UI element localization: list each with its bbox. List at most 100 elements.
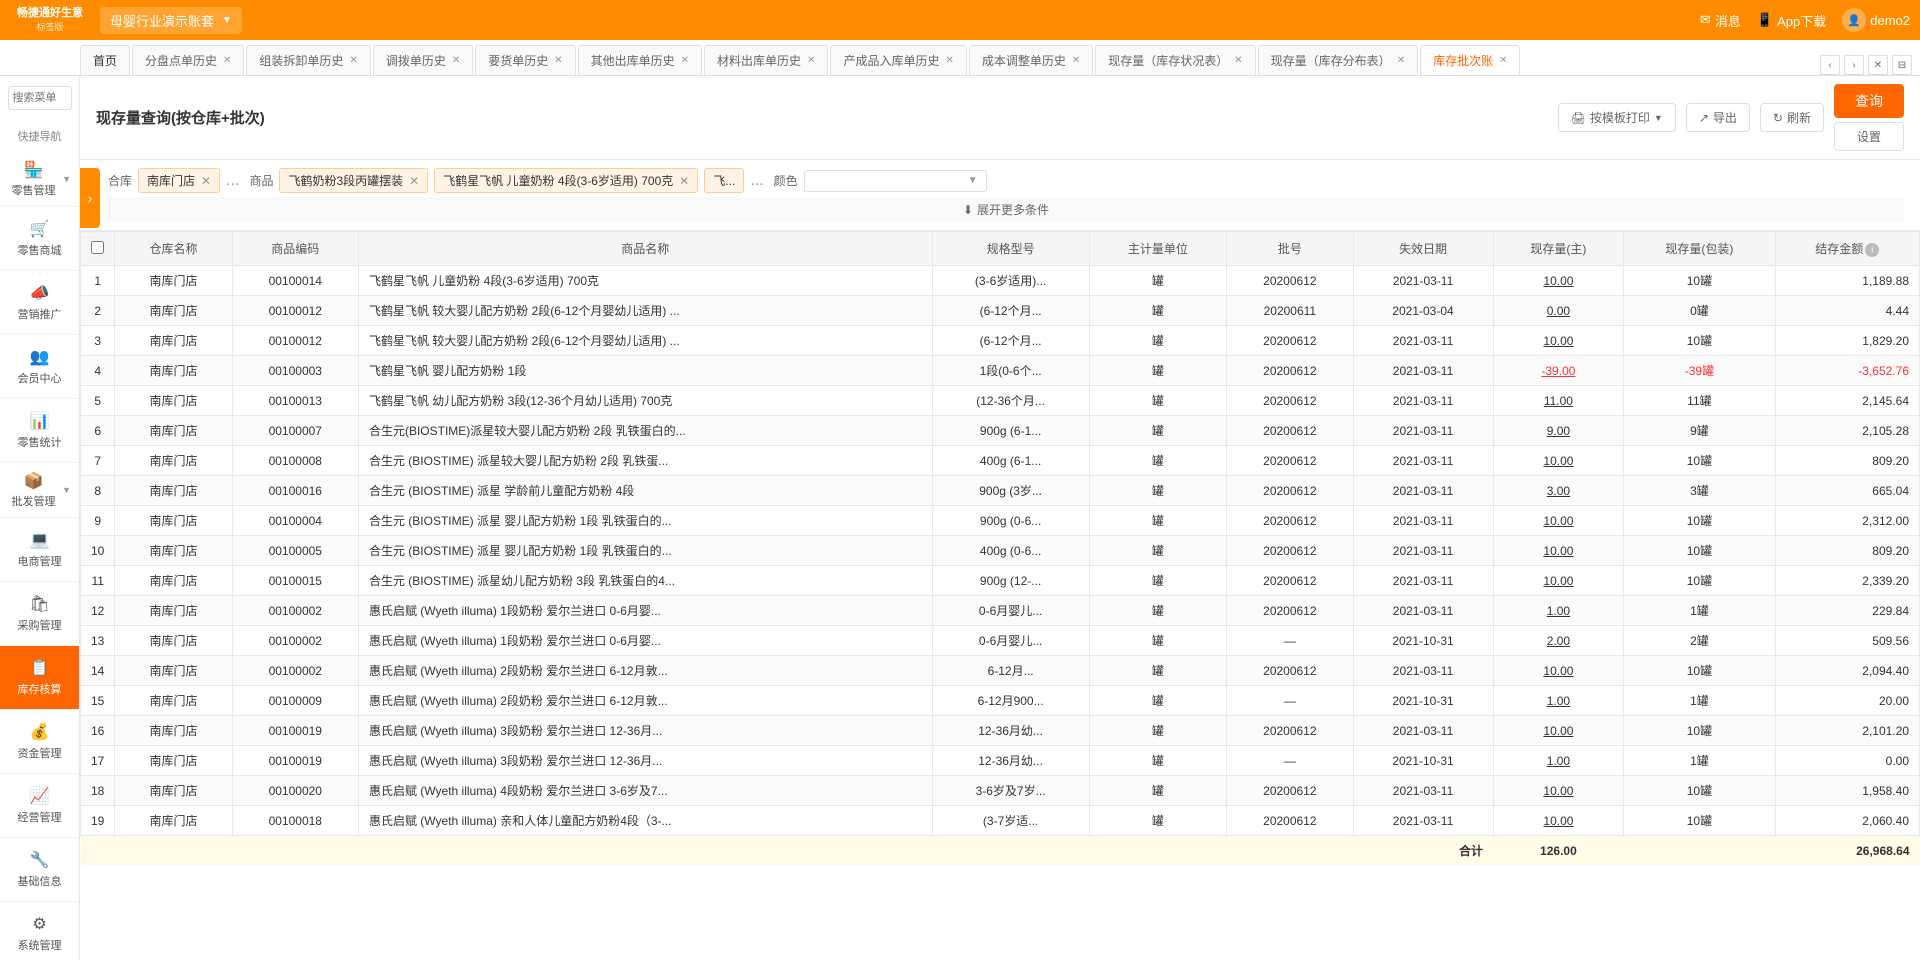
tab-yao-huo[interactable]: 要货单历史 ✕	[475, 45, 575, 75]
sidebar-item-stats[interactable]: 📊 零售统计	[0, 399, 79, 463]
row-no: 11	[81, 566, 115, 596]
sidebar-item-system[interactable]: ⚙ 系统管理	[0, 902, 79, 960]
row-qty-main[interactable]: 3.00	[1493, 476, 1624, 506]
export-btn[interactable]: ↗ 导出	[1686, 103, 1750, 132]
tab-fen-pan-close[interactable]: ✕	[223, 55, 231, 66]
sidebar-item-wholesale[interactable]: 📦 批发管理 ▼	[0, 463, 79, 518]
tabs-prev-btn[interactable]: ‹	[1820, 55, 1840, 75]
tab-ku-cun-pi[interactable]: 库存批次账 ✕	[1420, 45, 1520, 76]
row-qty-main[interactable]: 10.00	[1493, 446, 1624, 476]
tab-tiao-bo[interactable]: 调拨单历史 ✕	[373, 45, 473, 75]
product-tag-more[interactable]: 飞...	[704, 168, 744, 193]
row-qty-main[interactable]: 10.00	[1493, 806, 1624, 836]
row-no: 19	[81, 806, 115, 836]
row-spec: 3-6岁及7岁...	[932, 776, 1089, 806]
tab-tiao-bo-close[interactable]: ✕	[452, 55, 460, 66]
row-no: 9	[81, 506, 115, 536]
select-all-checkbox[interactable]	[91, 241, 104, 254]
tabs-next-btn[interactable]: ›	[1844, 55, 1864, 75]
tab-chan-pin[interactable]: 产成品入库单历史 ✕	[830, 45, 966, 75]
warehouse-tag-remove[interactable]: ✕	[201, 174, 211, 188]
row-qty-main[interactable]: 1.00	[1493, 746, 1624, 776]
settings-btn[interactable]: 设置	[1834, 122, 1904, 151]
row-qty-pkg: 10罐	[1624, 566, 1775, 596]
user-avatar-btn[interactable]: 👤 demo2	[1842, 8, 1910, 32]
row-qty-main[interactable]: 10.00	[1493, 566, 1624, 596]
row-qty-main[interactable]: 10.00	[1493, 506, 1624, 536]
product-tag-2[interactable]: 飞鹤星飞帆 儿童奶粉 4段(3-6岁适用) 700克 ✕	[434, 168, 698, 193]
sidebar-item-retail-mall[interactable]: 🛒 零售商城	[0, 207, 79, 271]
sidebar-item-zero-retail[interactable]: 🏪 零售管理 ▼	[0, 152, 79, 207]
sidebar-item-purchase[interactable]: 🛍 采购管理	[0, 582, 79, 646]
sidebar-item-members[interactable]: 👥 会员中心	[0, 335, 79, 399]
warehouse-more-btn[interactable]: ...	[226, 172, 239, 190]
row-qty-main[interactable]: 10.00	[1493, 536, 1624, 566]
tab-xian-cun-zhuang[interactable]: 现存量（库存状况表） ✕	[1095, 45, 1255, 75]
tab-ku-cun-pi-close[interactable]: ✕	[1499, 55, 1507, 66]
amount-info-icon[interactable]: i	[1865, 243, 1879, 257]
sidebar-item-ecommerce-label: 电商管理	[18, 553, 62, 569]
row-qty-main[interactable]: 2.00	[1493, 626, 1624, 656]
row-qty-main[interactable]: 10.00	[1493, 716, 1624, 746]
row-unit: 罐	[1089, 326, 1227, 356]
tab-fen-pan[interactable]: 分盘点单历史 ✕	[132, 45, 244, 75]
row-name: 合生元 (BIOSTIME) 派星 学龄前儿童配方奶粉 4段	[358, 476, 932, 506]
row-qty-main[interactable]: 10.00	[1493, 266, 1624, 296]
tab-cheng-ben-close[interactable]: ✕	[1072, 55, 1080, 66]
tab-yao-huo-close[interactable]: ✕	[554, 55, 562, 66]
color-input[interactable]	[813, 174, 968, 188]
refresh-btn[interactable]: ↻ 刷新	[1760, 103, 1824, 132]
tab-qi-ta[interactable]: 其他出库单历史 ✕	[578, 45, 702, 75]
sidebar-item-basic[interactable]: 🔧 基础信息	[0, 838, 79, 902]
zero-retail-icon: 🏪	[24, 160, 44, 180]
row-qty-pkg: 10罐	[1624, 446, 1775, 476]
color-dropdown-icon[interactable]: ▼	[968, 175, 978, 186]
expand-more-btn[interactable]: ⬇ 展开更多条件	[108, 197, 1904, 222]
search-input[interactable]	[8, 86, 72, 110]
row-qty-main[interactable]: -39.00	[1493, 356, 1624, 386]
tab-cai-liao[interactable]: 材料出库单历史 ✕	[704, 45, 828, 75]
row-qty-main[interactable]: 1.00	[1493, 686, 1624, 716]
query-btn[interactable]: 查询	[1834, 84, 1904, 118]
tab-tiao-bo-label: 调拨单历史	[386, 52, 446, 69]
tab-xian-cun-fen[interactable]: 现存量（库存分布表） ✕	[1258, 45, 1418, 75]
sidebar-item-operations[interactable]: 📈 经营管理	[0, 774, 79, 838]
row-qty-pkg: 10罐	[1624, 326, 1775, 356]
basic-icon: 🔧	[30, 850, 50, 870]
expand-down-icon: ⬇	[963, 203, 973, 217]
print-btn[interactable]: 🖨 按模板打印 ▼	[1558, 103, 1676, 132]
row-qty-main[interactable]: 1.00	[1493, 596, 1624, 626]
product-tag-1-remove[interactable]: ✕	[409, 174, 419, 188]
product-more-btn[interactable]: ...	[750, 172, 763, 190]
row-qty-main[interactable]: 0.00	[1493, 296, 1624, 326]
warehouse-tag[interactable]: 南库门店 ✕	[138, 168, 220, 193]
tab-cheng-ben[interactable]: 成本调整单历史 ✕	[969, 45, 1093, 75]
tab-zu-chai-close[interactable]: ✕	[349, 55, 357, 66]
tabs-close-btn[interactable]: ✕	[1868, 55, 1888, 75]
app-download-btn[interactable]: 📱 App下载	[1757, 11, 1826, 30]
sidebar-item-ecommerce[interactable]: 💻 电商管理	[0, 518, 79, 582]
row-qty-main[interactable]: 10.00	[1493, 326, 1624, 356]
tab-xian-cun-fen-close[interactable]: ✕	[1397, 55, 1405, 66]
row-qty-main[interactable]: 11.00	[1493, 386, 1624, 416]
sidebar-item-inventory[interactable]: 📋 库存核算	[0, 646, 79, 710]
row-qty-main[interactable]: 10.00	[1493, 656, 1624, 686]
tab-home[interactable]: 首页	[80, 45, 130, 75]
tab-chan-pin-close[interactable]: ✕	[945, 55, 953, 66]
sidebar-item-finance[interactable]: 💰 资金管理	[0, 710, 79, 774]
row-qty-main[interactable]: 10.00	[1493, 776, 1624, 806]
row-expire: 2021-03-11	[1353, 326, 1493, 356]
tabs-menu-btn[interactable]: ⊟	[1892, 55, 1912, 75]
row-qty-main[interactable]: 9.00	[1493, 416, 1624, 446]
sidebar-item-marketing[interactable]: 📣 营销推广	[0, 271, 79, 335]
tab-xian-cun-zhuang-close[interactable]: ✕	[1234, 55, 1242, 66]
tab-cai-liao-close[interactable]: ✕	[807, 55, 815, 66]
tab-qi-ta-close[interactable]: ✕	[681, 55, 689, 66]
filter-expand-btn[interactable]: ›	[80, 168, 100, 228]
row-code: 00100002	[232, 596, 358, 626]
workspace-selector[interactable]: 母婴行业演示账套 ▼	[100, 7, 242, 34]
message-btn[interactable]: ✉ 消息	[1700, 11, 1741, 30]
product-tag-1[interactable]: 飞鹤奶粉3段丙罐摆装 ✕	[279, 168, 428, 193]
tab-zu-chai[interactable]: 组装拆卸单历史 ✕	[246, 45, 370, 75]
product-tag-2-remove[interactable]: ✕	[679, 174, 689, 188]
